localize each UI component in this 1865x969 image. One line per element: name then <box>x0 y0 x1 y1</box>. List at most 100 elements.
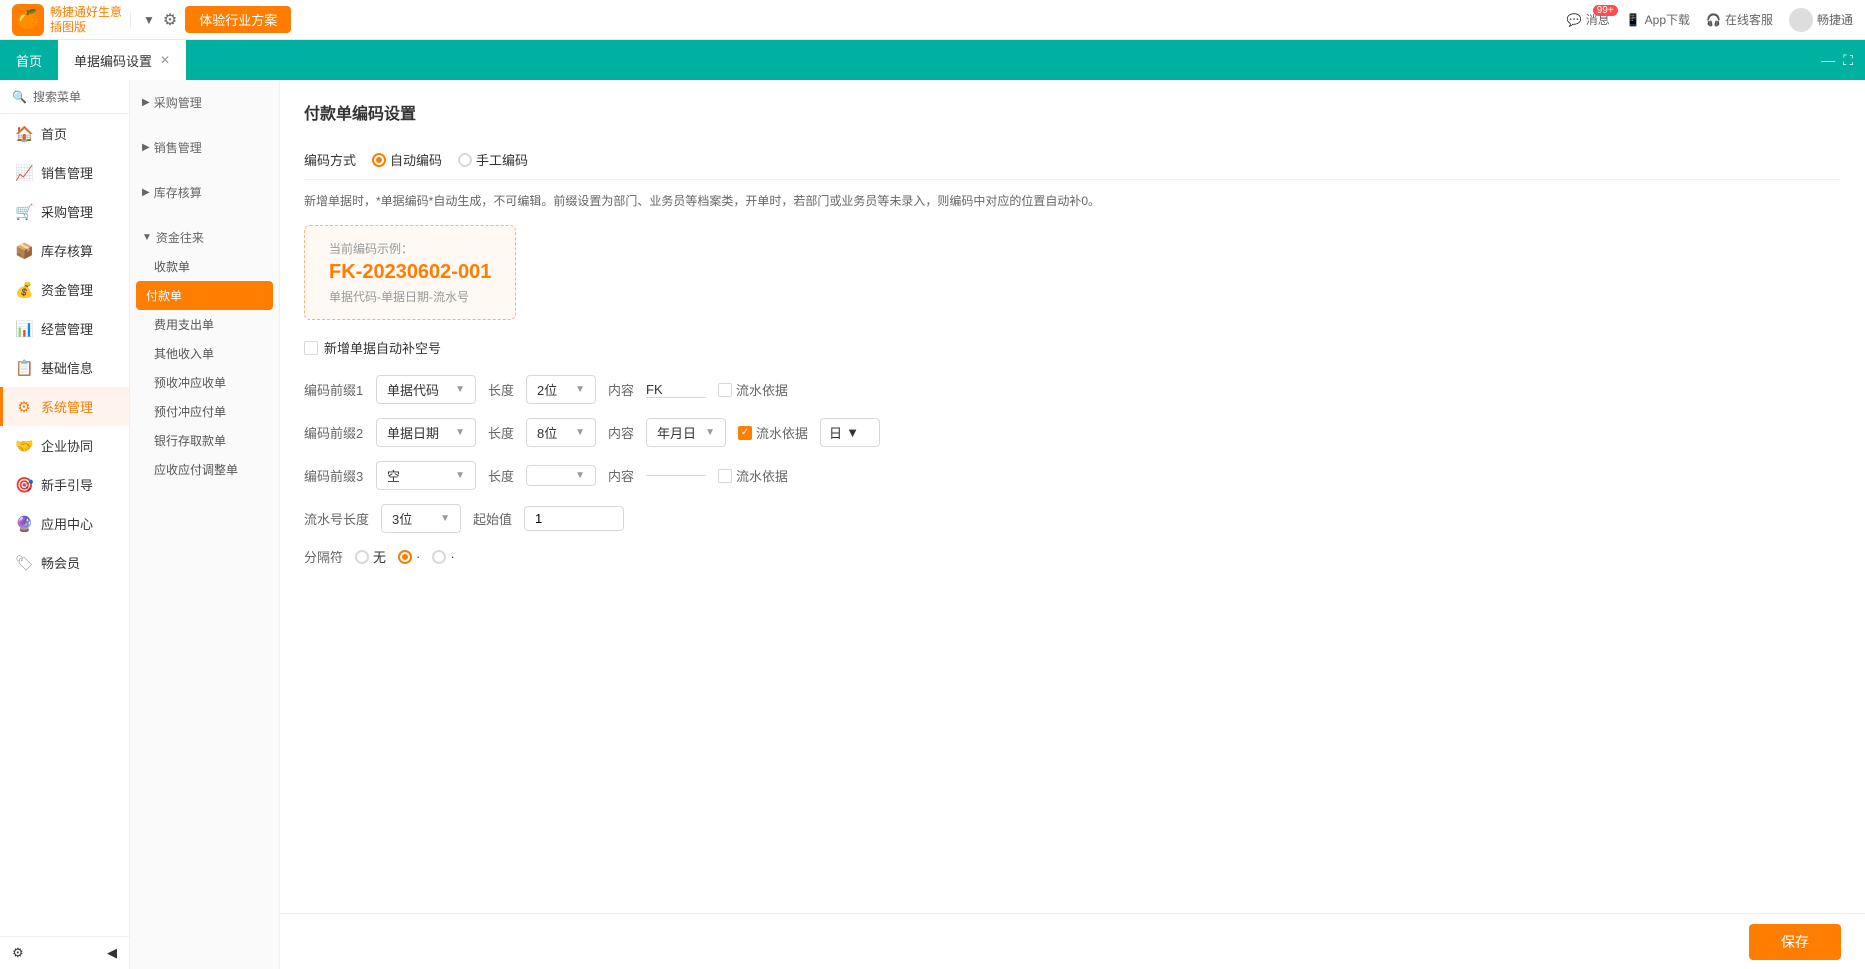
encode-method-radio-group: 自动编码 手工编码 <box>372 150 528 169</box>
user-profile[interactable]: 畅捷通 <box>1789 8 1853 32</box>
encode-method-label: 编码方式 <box>304 150 356 169</box>
footer-settings-icon[interactable]: ⚙ <box>12 945 24 961</box>
save-button[interactable]: 保存 <box>1749 924 1841 960</box>
message-icon: 💬 <box>1567 13 1582 27</box>
sidebar-item-sales[interactable]: 📈 销售管理 <box>0 153 129 192</box>
sidebar-item-apps[interactable]: 🔮 应用中心 <box>0 504 129 543</box>
minimize-icon[interactable]: — <box>1821 52 1835 68</box>
service-icon: 🎧 <box>1706 13 1721 27</box>
sub-item-adjustment[interactable]: 应收应付调整单 <box>130 455 279 484</box>
group-purchase-title[interactable]: ▶ 采购管理 <box>130 88 279 117</box>
sub-item-receipt[interactable]: 收款单 <box>130 252 279 281</box>
management-icon: 📊 <box>15 320 33 338</box>
content-wrapper: 付款单编码设置 编码方式 自动编码 手工编码 新增单据时，*单据编码*自动生成，… <box>280 80 1865 969</box>
sidebar-item-finance[interactable]: 💰 资金管理 <box>0 270 129 309</box>
info-text: 新增单据时，*单据编码*自动生成，不可编辑。前缀设置为部门、业务员等档案类，开单… <box>304 192 1841 211</box>
sep-dot-radio[interactable] <box>398 550 412 564</box>
prefix2-serial-check[interactable]: ✓ 流水依据 <box>738 423 808 442</box>
finance-icon: 💰 <box>15 281 33 299</box>
prefix1-select[interactable]: 单据代码 ▼ <box>376 375 476 404</box>
auto-encode-radio[interactable] <box>372 153 386 167</box>
chevron-down-icon: ▼ <box>455 427 465 438</box>
sidebar-item-system[interactable]: ⚙ 系统管理 <box>0 387 129 426</box>
content-area: 付款单编码设置 编码方式 自动编码 手工编码 新增单据时，*单据编码*自动生成，… <box>280 80 1865 913</box>
chevron-right-icon: ▶ <box>142 97 150 108</box>
sub-sidebar: ▶ 采购管理 ▶ 销售管理 ▶ 库存核算 ▼ 资金往来 收款单 <box>130 80 280 969</box>
manual-encode-option[interactable]: 手工编码 <box>458 150 528 169</box>
logo-icon: 🍊 <box>12 4 44 36</box>
prefix2-length-label: 长度 <box>488 423 514 442</box>
group-sales-title[interactable]: ▶ 销售管理 <box>130 133 279 162</box>
sidebar-item-inventory[interactable]: 📦 库存核算 <box>0 231 129 270</box>
prefix3-serial-check[interactable]: 流水依据 <box>718 466 788 485</box>
sidebar-item-purchase[interactable]: 🛒 采购管理 <box>0 192 129 231</box>
prefix2-serial-unit-select[interactable]: 日 ▼ <box>820 418 880 447</box>
sep-none-radio[interactable] <box>355 550 369 564</box>
sidebar-item-guide[interactable]: 🎯 新手引导 <box>0 465 129 504</box>
sub-item-payment[interactable]: 付款单 <box>136 281 273 310</box>
prefix2-select[interactable]: 单据日期 ▼ <box>376 418 476 447</box>
prefix3-length-select[interactable]: ▼ <box>526 465 596 486</box>
group-finance: ▼ 资金往来 收款单 付款单 费用支出单 其他收入单 预收冲应收单 预付冲应付单 <box>130 215 279 492</box>
group-finance-title[interactable]: ▼ 资金往来 <box>130 223 279 252</box>
prefix3-content-value <box>646 475 706 476</box>
sub-item-bank[interactable]: 银行存取款单 <box>130 426 279 455</box>
sub-item-expense[interactable]: 费用支出单 <box>130 310 279 339</box>
nav-right-buttons: — ⛶ <box>1821 52 1865 69</box>
sidebar-item-home[interactable]: 🏠 首页 <box>0 114 129 153</box>
prefix2-content-select[interactable]: 年月日 ▼ <box>646 418 726 447</box>
maximize-icon[interactable]: ⛶ <box>1843 52 1853 69</box>
prefix1-length-select[interactable]: 2位 ▼ <box>526 375 596 404</box>
search-menu[interactable]: 🔍 搜索菜单 <box>0 80 129 114</box>
collapse-icon[interactable]: ◀ <box>107 945 117 961</box>
avatar <box>1789 8 1813 32</box>
sub-item-other-income[interactable]: 其他收入单 <box>130 339 279 368</box>
prefix2-length-select[interactable]: 8位 ▼ <box>526 418 596 447</box>
main-layout: 🔍 搜索菜单 🏠 首页 📈 销售管理 🛒 采购管理 📦 库存核算 💰 资金管理 … <box>0 80 1865 969</box>
sep-dot-option[interactable]: · <box>398 549 420 564</box>
tab-home[interactable]: 首页 <box>0 40 58 80</box>
manual-encode-radio[interactable] <box>458 153 472 167</box>
member-icon: 🏷 <box>15 554 33 572</box>
sidebar-item-member[interactable]: 🏷 畅会员 <box>0 543 129 582</box>
sep-dot2-radio[interactable] <box>432 550 446 564</box>
basic-info-icon: 📋 <box>15 359 33 377</box>
online-service-button[interactable]: 🎧 在线客服 <box>1706 11 1773 28</box>
prefix3-serial-checkbox[interactable] <box>718 469 732 483</box>
sub-item-prepay-payable[interactable]: 预付冲应付单 <box>130 397 279 426</box>
sidebar-item-management[interactable]: 📊 经营管理 <box>0 309 129 348</box>
download-icon: 📱 <box>1626 13 1641 27</box>
sub-item-prepay-receivable[interactable]: 预收冲应收单 <box>130 368 279 397</box>
group-inventory-title[interactable]: ▶ 库存核算 <box>130 178 279 207</box>
settings-icon[interactable]: ⚙ <box>163 10 177 30</box>
tab-close-icon[interactable]: ✕ <box>160 53 170 67</box>
topbar-divider <box>130 12 131 28</box>
sidebar-item-basic-info[interactable]: 📋 基础信息 <box>0 348 129 387</box>
app-download-button[interactable]: 📱 App下载 <box>1626 11 1690 28</box>
sep-none-option[interactable]: 无 <box>355 547 386 566</box>
prefix3-select[interactable]: 空 ▼ <box>376 461 476 490</box>
chevron-right-icon: ▶ <box>142 187 150 198</box>
trial-button[interactable]: 体验行业方案 <box>185 6 291 33</box>
serial-start-label: 起始值 <box>473 509 512 528</box>
prefix3-length-label: 长度 <box>488 466 514 485</box>
purchase-icon: 🛒 <box>15 203 33 221</box>
preview-desc: 单据代码-单据日期-流水号 <box>329 288 491 305</box>
serial-length-select[interactable]: 3位 ▼ <box>381 504 461 533</box>
prefix2-label: 编码前缀2 <box>304 423 364 442</box>
auto-encode-option[interactable]: 自动编码 <box>372 150 442 169</box>
prefix1-serial-check[interactable]: 流水依据 <box>718 380 788 399</box>
topbar-dropdown[interactable]: ▼ <box>139 13 155 27</box>
messages-button[interactable]: 💬 消息 99+ <box>1567 11 1610 28</box>
sep-dot2-option[interactable]: · <box>432 549 454 564</box>
group-inventory: ▶ 库存核算 <box>130 170 279 215</box>
tab-encode-settings[interactable]: 单据编码设置 ✕ <box>58 40 186 80</box>
prefix1-content-value: FK <box>646 382 706 398</box>
auto-fill-checkbox[interactable] <box>304 341 318 355</box>
serial-start-input[interactable] <box>524 506 624 531</box>
prefix2-serial-checkbox[interactable]: ✓ <box>738 426 752 440</box>
chevron-right-icon: ▶ <box>142 142 150 153</box>
sidebar-item-cooperation[interactable]: 🤝 企业协同 <box>0 426 129 465</box>
encode-method-row: 编码方式 自动编码 手工编码 <box>304 140 1841 180</box>
prefix1-serial-checkbox[interactable] <box>718 383 732 397</box>
